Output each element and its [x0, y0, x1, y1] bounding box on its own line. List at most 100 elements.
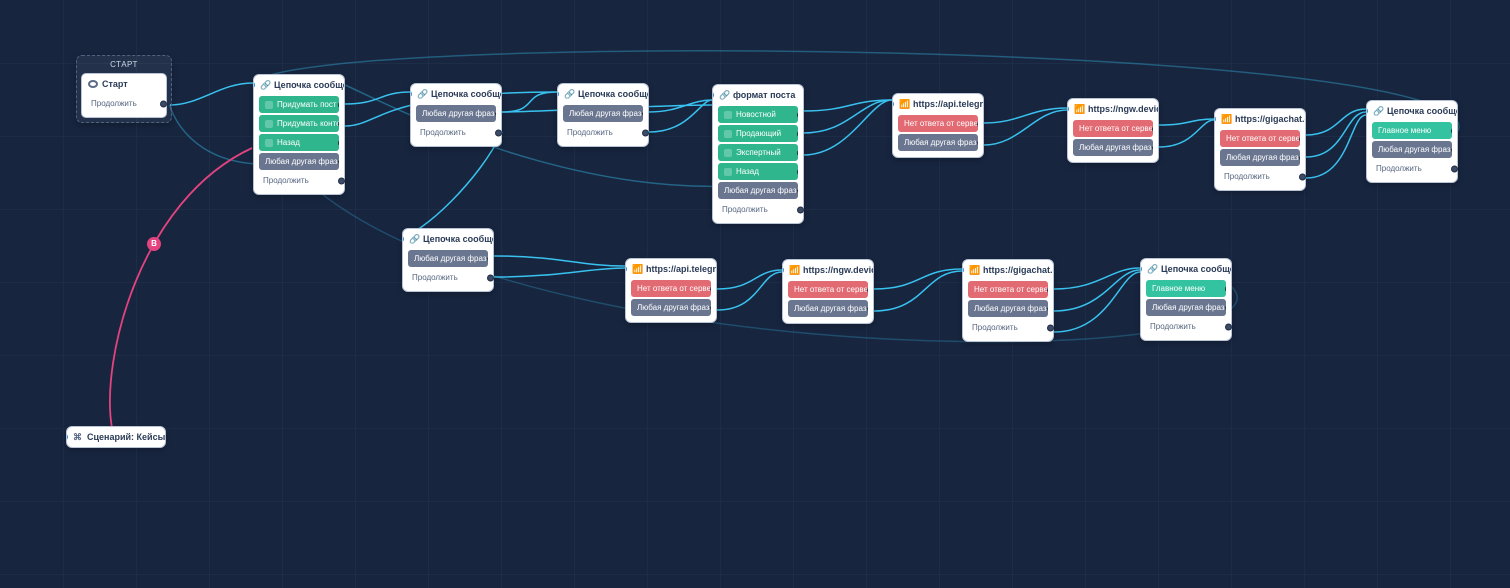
- option-no-response[interactable]: Нет ответа от сервера: [1220, 130, 1300, 147]
- option-any-phrase[interactable]: Любая другая фраза: [1372, 141, 1452, 158]
- node-header[interactable]: Цепочка сообщений: [1367, 101, 1457, 120]
- node-chain-main-1[interactable]: Цепочка сообщений Главное меню Любая дру…: [1366, 100, 1458, 183]
- port-in[interactable]: [67, 434, 68, 441]
- option-any-phrase[interactable]: Любая другая фраза: [416, 105, 496, 122]
- port-out[interactable]: [1225, 323, 1232, 330]
- port-out[interactable]: [642, 129, 649, 136]
- port-out[interactable]: [1047, 324, 1054, 331]
- port-out[interactable]: [1225, 304, 1226, 311]
- port-out[interactable]: [1451, 127, 1452, 134]
- continue-row[interactable]: Продолжить: [1146, 319, 1226, 334]
- port-out[interactable]: [710, 285, 711, 292]
- continue-row[interactable]: Продолжить: [259, 173, 339, 188]
- node-scenario[interactable]: Сценарий: Кейсы 1: [66, 426, 166, 448]
- node-header[interactable]: https://ngw.devices.sber...: [783, 260, 873, 279]
- port-in[interactable]: [783, 266, 784, 273]
- start-continue[interactable]: Продолжить: [87, 96, 161, 111]
- port-out[interactable]: [797, 149, 798, 156]
- port-in[interactable]: [1367, 107, 1368, 114]
- option-expert[interactable]: Экспертный: [718, 144, 798, 161]
- port-out[interactable]: [797, 206, 804, 213]
- option-any-phrase[interactable]: Любая другая фраза: [718, 182, 798, 199]
- port-out[interactable]: [1225, 285, 1226, 292]
- port-in[interactable]: [893, 100, 894, 107]
- port-out[interactable]: [1047, 286, 1048, 293]
- option-any-phrase[interactable]: Любая другая фраза: [1073, 139, 1153, 156]
- port-in[interactable]: [1215, 115, 1216, 122]
- port-out[interactable]: [867, 286, 868, 293]
- node-header[interactable]: https://gigachat.devices....: [963, 260, 1053, 279]
- node-http-gigachat-2[interactable]: https://gigachat.devices.... Нет ответа …: [962, 259, 1054, 342]
- option-post[interactable]: Придумать пост: [259, 96, 339, 113]
- port-out[interactable]: [1451, 165, 1458, 172]
- option-no-response[interactable]: Нет ответа от сервера: [1073, 120, 1153, 137]
- node-http-ngw-2[interactable]: https://ngw.devices.sber... Нет ответа о…: [782, 259, 874, 324]
- port-in[interactable]: [1141, 265, 1142, 272]
- port-out[interactable]: [1152, 144, 1153, 151]
- node-header[interactable]: Цепочка сообщений: [558, 84, 648, 103]
- option-any-phrase[interactable]: Любая другая фраза: [1220, 149, 1300, 166]
- port-out[interactable]: [797, 187, 798, 194]
- option-main-menu[interactable]: Главное меню: [1146, 280, 1226, 297]
- port-out[interactable]: [495, 129, 502, 136]
- option-any-phrase[interactable]: Любая другая фраза: [898, 134, 978, 151]
- option-any-phrase[interactable]: Любая другая фраза: [563, 105, 643, 122]
- port-out[interactable]: [1299, 154, 1300, 161]
- node-header[interactable]: Цепочка сообщений: [254, 75, 344, 94]
- node-format[interactable]: формат поста Новостной Продающий Эксперт…: [712, 84, 804, 224]
- node-chain-4[interactable]: Цепочка сообщений Любая другая фраза Про…: [402, 228, 494, 292]
- port-in[interactable]: [626, 265, 627, 272]
- option-any-phrase[interactable]: Любая другая фраза: [1146, 299, 1226, 316]
- node-header[interactable]: Цепочка сообщений: [1141, 259, 1231, 278]
- port-out[interactable]: [1451, 146, 1452, 153]
- node-chain-main-2[interactable]: Цепочка сообщений Главное меню Любая дру…: [1140, 258, 1232, 341]
- node-header[interactable]: Сценарий: Кейсы 1: [67, 427, 165, 447]
- port-in[interactable]: [558, 90, 559, 97]
- port-in[interactable]: [1068, 105, 1069, 112]
- continue-row[interactable]: Продолжить: [408, 270, 488, 285]
- continue-row[interactable]: Продолжить: [416, 125, 496, 140]
- port-in[interactable]: [411, 90, 412, 97]
- port-out[interactable]: [1047, 305, 1048, 312]
- start-node[interactable]: СТАРТ Старт Продолжить: [76, 55, 172, 123]
- node-http-telegram-1[interactable]: https://api.telegram.org/... Нет ответа …: [892, 93, 984, 158]
- option-news[interactable]: Новостной: [718, 106, 798, 123]
- port-out[interactable]: [338, 158, 339, 165]
- continue-row[interactable]: Продолжить: [968, 320, 1048, 335]
- option-any-phrase[interactable]: Любая другая фраза: [259, 153, 339, 170]
- port-in[interactable]: [713, 91, 714, 98]
- port-out[interactable]: [495, 110, 496, 117]
- port-out[interactable]: [867, 305, 868, 312]
- node-header[interactable]: https://gigachat.devices....: [1215, 109, 1305, 128]
- continue-row[interactable]: Продолжить: [1220, 169, 1300, 184]
- continue-row[interactable]: Продолжить: [563, 125, 643, 140]
- option-content-plan[interactable]: Придумать контент п...: [259, 115, 339, 132]
- node-header[interactable]: https://api.telegram.org/...: [893, 94, 983, 113]
- node-header[interactable]: Цепочка сообщений: [403, 229, 493, 248]
- node-chain-2[interactable]: Цепочка сообщений Любая другая фраза Про…: [410, 83, 502, 147]
- option-any-phrase[interactable]: Любая другая фраза: [408, 250, 488, 267]
- port-out[interactable]: [642, 110, 643, 117]
- port-out[interactable]: [797, 111, 798, 118]
- option-any-phrase[interactable]: Любая другая фраза: [788, 300, 868, 317]
- port-in[interactable]: [403, 235, 404, 242]
- option-back[interactable]: Назад: [718, 163, 798, 180]
- option-no-response[interactable]: Нет ответа от сервера: [631, 280, 711, 297]
- node-header[interactable]: https://api.telegram.org/...: [626, 259, 716, 278]
- port-out[interactable]: [338, 101, 339, 108]
- port-out[interactable]: [1152, 125, 1153, 132]
- option-no-response[interactable]: Нет ответа от сервера: [898, 115, 978, 132]
- node-chain-3[interactable]: Цепочка сообщений Любая другая фраза Про…: [557, 83, 649, 147]
- port-out[interactable]: [977, 139, 978, 146]
- port-out[interactable]: [338, 139, 339, 146]
- node-chain-1[interactable]: Цепочка сообщений Придумать пост Придума…: [253, 74, 345, 195]
- node-header[interactable]: формат поста: [713, 85, 803, 104]
- option-selling[interactable]: Продающий: [718, 125, 798, 142]
- port-in[interactable]: [963, 266, 964, 273]
- option-main-menu[interactable]: Главное меню: [1372, 122, 1452, 139]
- port-out[interactable]: [487, 255, 488, 262]
- option-any-phrase[interactable]: Любая другая фраза: [968, 300, 1048, 317]
- node-http-gigachat-1[interactable]: https://gigachat.devices.... Нет ответа …: [1214, 108, 1306, 191]
- port-out[interactable]: [160, 100, 167, 107]
- node-http-telegram-2[interactable]: https://api.telegram.org/... Нет ответа …: [625, 258, 717, 323]
